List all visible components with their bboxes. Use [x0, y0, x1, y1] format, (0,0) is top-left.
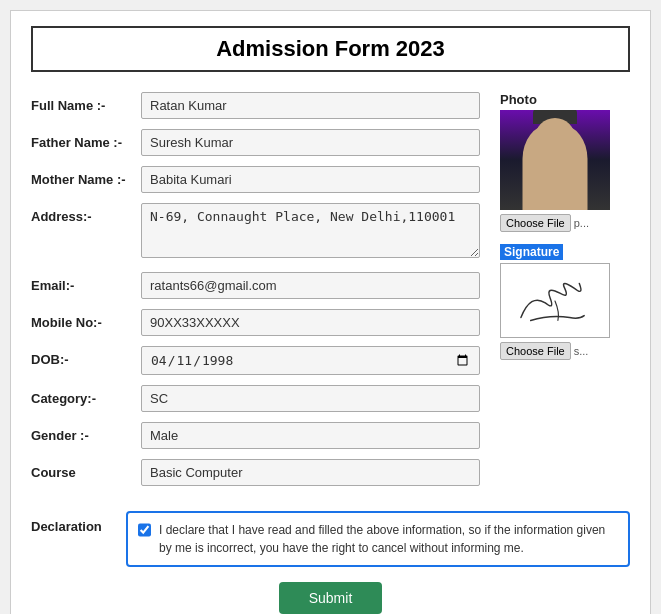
signature-choose-button[interactable]: Choose File [500, 342, 571, 360]
photo-file-name: p... [574, 217, 589, 229]
declaration-box: I declare that I have read and filled th… [126, 511, 630, 567]
full-name-input[interactable] [141, 92, 480, 119]
mobile-label: Mobile No:- [31, 309, 141, 330]
signature-preview [500, 263, 610, 338]
email-input[interactable] [141, 272, 480, 299]
full-name-label: Full Name :- [31, 92, 141, 113]
father-name-input[interactable] [141, 129, 480, 156]
mother-name-label: Mother Name :- [31, 166, 141, 187]
email-label: Email:- [31, 272, 141, 293]
course-label: Course [31, 459, 141, 480]
form-title: Admission Form 2023 [31, 26, 630, 72]
father-name-label: Father Name :- [31, 129, 141, 150]
submit-button[interactable]: Submit [279, 582, 383, 614]
photo-choose-button[interactable]: Choose File [500, 214, 571, 232]
gender-label: Gender :- [31, 422, 141, 443]
signature-file-name: s... [574, 345, 589, 357]
category-input[interactable] [141, 385, 480, 412]
mother-name-input[interactable] [141, 166, 480, 193]
photo-label: Photo [500, 92, 630, 107]
mobile-input[interactable] [141, 309, 480, 336]
address-input[interactable]: N-69, Connaught Place, New Delhi,110001 [141, 203, 480, 258]
dob-input[interactable] [141, 346, 480, 375]
declaration-text: I declare that I have read and filled th… [159, 521, 618, 557]
gender-input[interactable] [141, 422, 480, 449]
photo-preview [500, 110, 610, 210]
declaration-checkbox[interactable] [138, 523, 151, 537]
declaration-label: Declaration [31, 511, 111, 534]
dob-label: DOB:- [31, 346, 141, 367]
category-label: Category:- [31, 385, 141, 406]
course-input[interactable] [141, 459, 480, 486]
signature-label: Signature [500, 244, 563, 260]
address-label: Address:- [31, 203, 141, 224]
